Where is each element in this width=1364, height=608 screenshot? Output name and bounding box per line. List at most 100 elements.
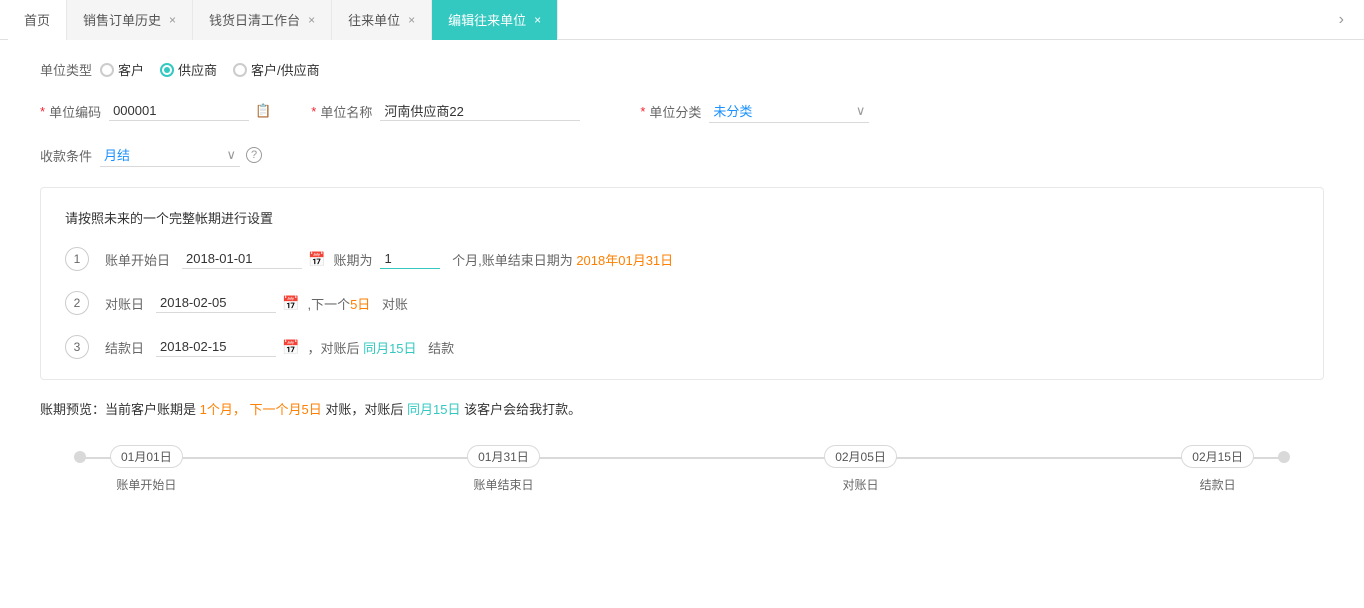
tab-cash-ledger[interactable]: 钱货日清工作台 ×	[193, 0, 332, 40]
period-date-input-1[interactable]	[182, 249, 302, 269]
period-desc-3-suffix: 结款	[425, 338, 455, 357]
radio-both-label: 客户/供应商	[251, 60, 320, 79]
preview-section: 账期预览：当前客户账期是 1个月， 下一个月5日 对账，对账后 同月15日 该客…	[40, 400, 1324, 421]
period-months-input[interactable]	[380, 249, 440, 269]
timeline: 01月01日 账单开始日 01月31日 账单结束日 02月05日 对账日 02月…	[40, 445, 1324, 493]
calendar-icon-1[interactable]: 📅	[308, 251, 325, 268]
unit-code-item: * 单位编码 📋	[40, 101, 271, 121]
timeline-badge-1: 01月01日	[110, 445, 183, 468]
payment-terms-row: 收款条件 月结 ∨ ?	[40, 143, 1324, 167]
unit-type-item: 单位类型 客户 供应商 客户/供应商	[40, 60, 320, 79]
tab-expand-icon[interactable]: ›	[1327, 11, 1356, 29]
close-sales-history-icon[interactable]: ×	[169, 13, 176, 27]
preview-prefix: 账期预览：当前客户账期是	[40, 402, 196, 417]
tab-partner-units[interactable]: 往来单位 ×	[332, 0, 432, 40]
preview-months: 1个月，	[200, 402, 246, 417]
unit-info-row: * 单位编码 📋 * 单位名称 * 单位分类 未分类 ∨	[40, 99, 1324, 123]
tab-bar: 首页 销售订单历史 × 钱货日清工作台 × 往来单位 × 编辑往来单位 × ›	[0, 0, 1364, 40]
unit-type-label: 单位类型	[40, 60, 92, 79]
period-desc-prefix-1: 账期为	[333, 250, 372, 269]
unit-type-row: 单位类型 客户 供应商 客户/供应商	[40, 60, 1324, 79]
unit-code-required: *	[40, 104, 45, 119]
category-dropdown-arrow: ∨	[856, 103, 866, 119]
calendar-icon-2[interactable]: 📅	[282, 295, 299, 312]
unit-name-required: *	[311, 104, 316, 119]
payment-terms-select[interactable]: 月结 ∨	[100, 143, 240, 167]
payment-terms-value: 月结	[104, 145, 222, 164]
preview-reconcile-date: 下一个月5日	[250, 402, 322, 417]
timeline-left-end	[74, 451, 86, 463]
period-date-input-3[interactable]	[156, 337, 276, 357]
timeline-label-3: 对账日	[843, 476, 879, 493]
period-field-label-1: 账单开始日	[105, 250, 170, 269]
close-partner-units-icon[interactable]: ×	[408, 13, 415, 27]
timeline-right-end	[1278, 451, 1290, 463]
radio-supplier-circle	[160, 63, 174, 77]
preview-middle: 对账，对账后	[325, 402, 403, 417]
period-desc-2-prefix: ,下一个	[307, 294, 350, 313]
unit-category-required: *	[640, 104, 645, 119]
timeline-label-1: 账单开始日	[116, 476, 176, 493]
period-field-label-3: 结款日	[105, 338, 144, 357]
radio-both[interactable]: 客户/供应商	[233, 60, 320, 79]
period-row-2: 2 对账日 📅 ,下一个 5日 对账	[65, 291, 1299, 315]
period-num-1: 1	[65, 247, 89, 271]
tab-partner-units-label: 往来单位	[348, 10, 400, 29]
period-end-date-highlight: 2018年01月31日	[576, 250, 673, 269]
unit-name-item: * 单位名称	[311, 101, 580, 121]
period-date-input-2[interactable]	[156, 293, 276, 313]
payment-terms-help-icon[interactable]: ?	[246, 147, 262, 163]
close-edit-partner-icon[interactable]: ×	[534, 13, 541, 27]
calendar-icon-3[interactable]: 📅	[282, 339, 299, 356]
timeline-badge-2: 01月31日	[467, 445, 540, 468]
radio-both-circle	[233, 63, 247, 77]
period-desc-3-prefix: ，对账后	[307, 338, 363, 357]
radio-customer-label: 客户	[118, 60, 144, 79]
preview-suffix: 该客户会给我打款。	[464, 402, 581, 417]
unit-category-label: 单位分类	[649, 102, 701, 121]
unit-code-label: 单位编码	[49, 102, 101, 121]
main-content: 单位类型 客户 供应商 客户/供应商 * 单位编码	[0, 40, 1364, 608]
tab-home[interactable]: 首页	[8, 0, 67, 40]
unit-name-label: 单位名称	[320, 102, 372, 121]
timeline-label-4: 结款日	[1200, 476, 1236, 493]
unit-name-input[interactable]	[380, 101, 580, 121]
timeline-point-2: 01月31日 账单结束日	[467, 445, 540, 493]
period-box-title: 请按照未来的一个完整帐期进行设置	[65, 208, 1299, 227]
period-row-3: 3 结款日 📅 ，对账后 同月15日 结款	[65, 335, 1299, 359]
period-num-2: 2	[65, 291, 89, 315]
tab-sales-history[interactable]: 销售订单历史 ×	[67, 0, 193, 40]
timeline-point-4: 02月15日 结款日	[1181, 445, 1254, 493]
tab-edit-partner-label: 编辑往来单位	[448, 10, 526, 29]
period-desc-2-highlight: 5日	[350, 294, 370, 313]
unit-category-value: 未分类	[713, 101, 851, 120]
tab-cash-ledger-label: 钱货日清工作台	[209, 10, 300, 29]
timeline-label-2: 账单结束日	[473, 476, 533, 493]
tab-home-label: 首页	[24, 10, 50, 29]
tab-sales-history-label: 销售订单历史	[83, 10, 161, 29]
radio-supplier-label: 供应商	[178, 60, 217, 79]
radio-customer-circle	[100, 63, 114, 77]
unit-category-item: * 单位分类 未分类 ∨	[640, 99, 869, 123]
timeline-badge-3: 02月05日	[824, 445, 897, 468]
period-desc-2-suffix: 对账	[378, 294, 408, 313]
copy-icon[interactable]: 📋	[255, 103, 271, 119]
unit-category-select[interactable]: 未分类 ∨	[709, 99, 869, 123]
period-num-3: 3	[65, 335, 89, 359]
unit-type-radio-group: 客户 供应商 客户/供应商	[100, 60, 320, 79]
timeline-badge-4: 02月15日	[1181, 445, 1254, 468]
payment-terms-item: 收款条件 月结 ∨ ?	[40, 143, 262, 167]
radio-customer[interactable]: 客户	[100, 60, 144, 79]
payment-terms-label: 收款条件	[40, 146, 92, 165]
radio-supplier[interactable]: 供应商	[160, 60, 217, 79]
tab-edit-partner[interactable]: 编辑往来单位 ×	[432, 0, 558, 40]
period-field-label-2: 对账日	[105, 294, 144, 313]
timeline-dots: 01月01日 账单开始日 01月31日 账单结束日 02月05日 对账日 02月…	[80, 445, 1284, 493]
period-row-1: 1 账单开始日 📅 账期为 个月,账单结束日期为 2018年01月31日	[65, 247, 1299, 271]
close-cash-ledger-icon[interactable]: ×	[308, 13, 315, 27]
period-desc-suffix-1: 个月,账单结束日期为	[448, 250, 576, 269]
preview-payment-date: 同月15日	[407, 402, 460, 417]
timeline-point-3: 02月05日 对账日	[824, 445, 897, 493]
payment-terms-arrow: ∨	[227, 147, 237, 163]
unit-code-input[interactable]	[109, 101, 249, 121]
